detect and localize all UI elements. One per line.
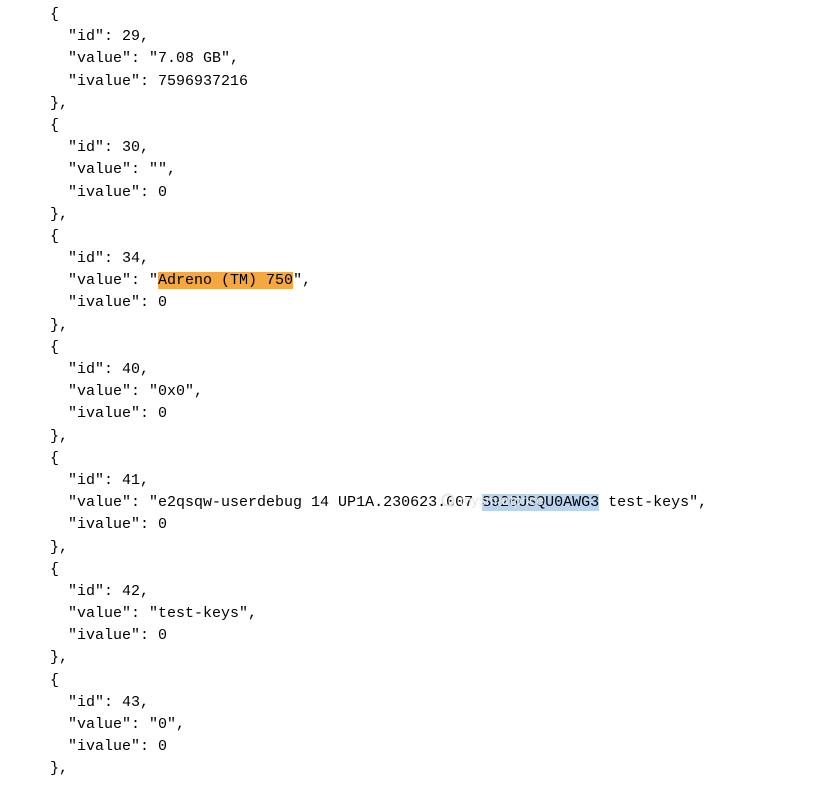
- json-line: "ivalue": 7596937216: [68, 73, 248, 90]
- json-line: "id": 30,: [68, 139, 149, 156]
- json-line: {: [50, 117, 59, 134]
- json-line: },: [50, 95, 68, 112]
- json-line: "id": 34,: [68, 250, 149, 267]
- json-line: "id": 29,: [68, 28, 149, 45]
- build-post: test-keys: [599, 494, 689, 511]
- json-line: "value": "",: [68, 161, 176, 178]
- json-line: {: [50, 6, 59, 23]
- json-line: "value": "test-keys",: [68, 605, 257, 622]
- json-line: "ivalue": 0: [68, 184, 167, 201]
- json-line: {: [50, 561, 59, 578]
- highlight-build: S926USQU0AWG3: [482, 494, 599, 511]
- json-line: "id": 41,: [68, 472, 149, 489]
- json-line: "value": "Adreno (TM) 750",: [68, 272, 311, 289]
- build-pre: e2qsqw-userdebug 14 UP1A.230623.007: [158, 494, 482, 511]
- json-line: "ivalue": 0: [68, 405, 167, 422]
- json-line: "id": 43,: [68, 694, 149, 711]
- json-snippet: { "id": 29, "value": "7.08 GB", "ivalue"…: [0, 0, 835, 785]
- json-line: {: [50, 339, 59, 356]
- json-line: "value": "0",: [68, 716, 185, 733]
- json-line: "ivalue": 0: [68, 516, 167, 533]
- json-line: {: [50, 228, 59, 245]
- json-line: {: [50, 450, 59, 467]
- json-line: },: [50, 539, 68, 556]
- json-line: },: [50, 760, 68, 777]
- json-line: "ivalue": 0: [68, 294, 167, 311]
- json-line: "id": 42,: [68, 583, 149, 600]
- json-line: "value": "7.08 GB",: [68, 50, 239, 67]
- json-line: "value": "0x0",: [68, 383, 203, 400]
- json-line: },: [50, 317, 68, 334]
- json-line: "ivalue": 0: [68, 738, 167, 755]
- json-line: },: [50, 206, 68, 223]
- json-line: },: [50, 649, 68, 666]
- highlight-adreno: Adreno (TM) 750: [158, 272, 293, 289]
- json-line: },: [50, 428, 68, 445]
- json-line: "id": 40,: [68, 361, 149, 378]
- json-line: "ivalue": 0: [68, 627, 167, 644]
- json-line: "value": "e2qsqw-userdebug 14 UP1A.23062…: [68, 494, 707, 511]
- json-line: {: [50, 672, 59, 689]
